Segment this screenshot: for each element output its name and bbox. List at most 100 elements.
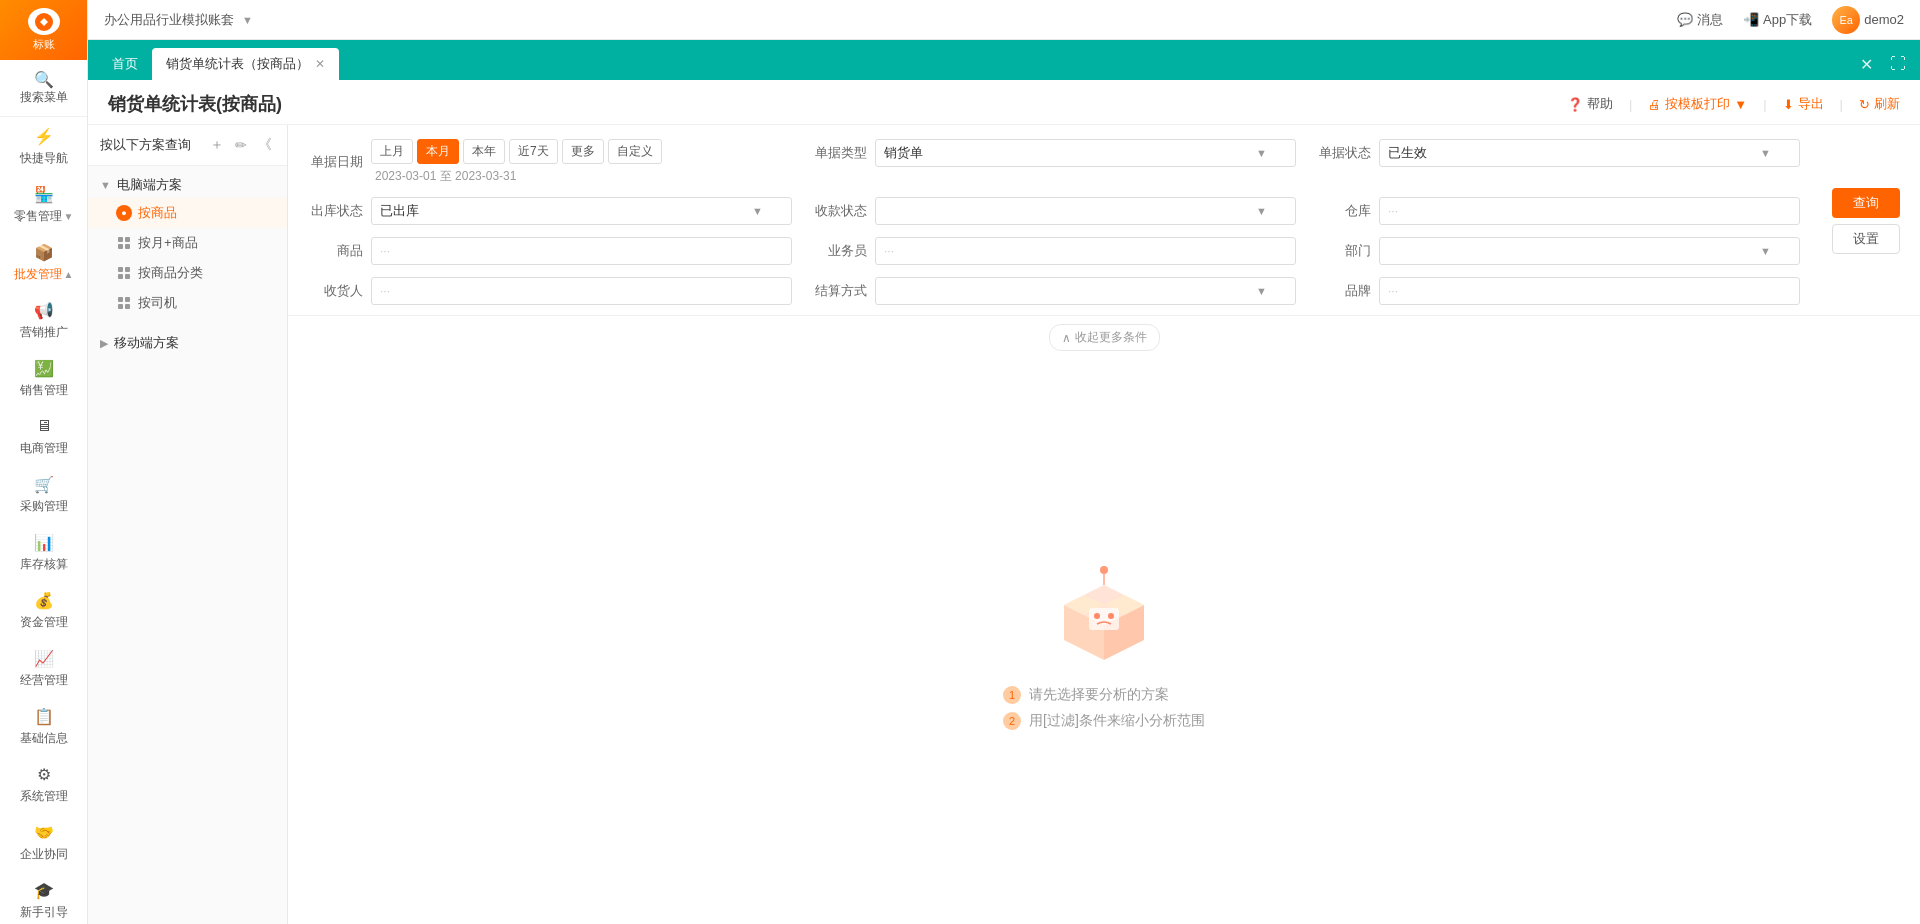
tab-close-all-button[interactable]: ✕: [1854, 52, 1878, 76]
sidebar-item-purchase[interactable]: 🛒 采购管理: [0, 465, 87, 523]
date-last7-btn[interactable]: 近7天: [509, 139, 558, 164]
sidebar-item-operation[interactable]: 📈 经营管理: [0, 639, 87, 697]
filter-field-doc-type: 单据类型 销货单 ▼: [812, 139, 1296, 167]
content-layout: 按以下方案查询 ＋ ✏ 《 ▼ 电脑端方案 ● 按商品: [88, 125, 1920, 924]
help-button[interactable]: ❓ 帮助: [1567, 95, 1613, 113]
product-input[interactable]: ···: [371, 237, 792, 265]
divider-3: |: [1840, 97, 1843, 112]
sidebar-item-guide[interactable]: 🎓 新手引导: [0, 871, 87, 924]
empty-hint-1-text: 请先选择要分析的方案: [1029, 686, 1169, 704]
salesperson-input[interactable]: ···: [875, 237, 1296, 265]
download-action[interactable]: 📲 App下载: [1743, 11, 1812, 29]
date-this-month-btn[interactable]: 本月: [417, 139, 459, 164]
scheme-item-by-cashier[interactable]: 按司机: [88, 288, 287, 318]
sidebar-item-basic[interactable]: 📋 基础信息: [0, 697, 87, 755]
user-action[interactable]: Ea demo2: [1832, 6, 1904, 34]
brand-input[interactable]: ···: [1379, 277, 1800, 305]
tab-fullscreen-button[interactable]: ⛶: [1886, 52, 1910, 76]
date-more-btn[interactable]: 更多: [562, 139, 604, 164]
filter-field-receipt-status: 收款状态 ▼: [812, 197, 1296, 225]
message-action[interactable]: 💬 消息: [1677, 11, 1723, 29]
empty-hint-2-num: 2: [1003, 712, 1021, 730]
doc-status-select[interactable]: 已生效 ▼: [1379, 139, 1800, 167]
receipt-status-control: ▼: [875, 197, 1296, 225]
refresh-button[interactable]: ↻ 刷新: [1859, 95, 1900, 113]
recipient-ellipsis: ···: [380, 284, 390, 298]
export-icon: ⬇: [1783, 97, 1794, 112]
doc-type-select[interactable]: 销货单 ▼: [875, 139, 1296, 167]
scheme-add-button[interactable]: ＋: [207, 135, 227, 155]
tab-active-label: 销货单统计表（按商品）: [166, 55, 309, 73]
sidebar-item-inventory[interactable]: 📊 库存核算: [0, 523, 87, 581]
recipient-control: ···: [371, 277, 792, 305]
filter-area-wrapper: 单据日期 上月 本月 本年 近7天 更多 自定义: [288, 125, 1920, 316]
export-button[interactable]: ⬇ 导出: [1783, 95, 1824, 113]
tab-bar: 首页 销货单统计表（按商品） ✕ ✕ ⛶: [88, 40, 1920, 80]
salesperson-control: ···: [875, 237, 1296, 265]
tab-active[interactable]: 销货单统计表（按商品） ✕: [152, 48, 339, 80]
scheme-item-by-category[interactable]: 按商品分类: [88, 258, 287, 288]
guide-label: 新手引导: [20, 904, 68, 921]
sidebar-item-sales[interactable]: 💹 销售管理: [0, 349, 87, 407]
retail-icon: 🏪: [33, 183, 55, 205]
scheme-group-mobile-title[interactable]: ▶ 移动端方案: [88, 330, 287, 356]
scheme-group-desktop-title[interactable]: ▼ 电脑端方案: [88, 172, 287, 198]
filter-field-recipient: 收货人 ···: [308, 277, 792, 305]
out-status-arrow: ▼: [752, 205, 763, 217]
out-status-control: 已出库 ▼: [371, 197, 792, 225]
sidebar-item-quick-nav[interactable]: ⚡ 快捷导航: [0, 117, 87, 175]
scheme-item-by-product-icon: ●: [116, 205, 132, 221]
empty-icon: [1044, 550, 1164, 670]
doc-type-value: 销货单: [884, 144, 923, 162]
search-menu[interactable]: 🔍 搜索菜单: [0, 60, 87, 117]
warehouse-label: 仓库: [1316, 202, 1371, 220]
doc-type-label: 单据类型: [812, 144, 867, 162]
out-status-select[interactable]: 已出库 ▼: [371, 197, 792, 225]
scheme-edit-button[interactable]: ✏: [231, 135, 251, 155]
sidebar-item-finance[interactable]: 💰 资金管理: [0, 581, 87, 639]
print-button[interactable]: 🖨 按模板打印 ▼: [1648, 95, 1747, 113]
message-icon: 💬: [1677, 12, 1693, 27]
collapse-filter-button[interactable]: ∧ 收起更多条件: [1049, 324, 1160, 351]
date-last-month-btn[interactable]: 上月: [371, 139, 413, 164]
scheme-collapse-button[interactable]: 《: [255, 135, 275, 155]
receipt-status-select[interactable]: ▼: [875, 197, 1296, 225]
department-select[interactable]: ▼: [1379, 237, 1800, 265]
inventory-icon: 📊: [33, 531, 55, 553]
empty-hint-1-num: 1: [1003, 686, 1021, 704]
scheme-item-by-month-product[interactable]: 按月+商品: [88, 228, 287, 258]
industry-dropdown-arrow[interactable]: ▼: [242, 14, 253, 26]
enterprise-icon: 🤝: [33, 821, 55, 843]
scheme-item-by-product[interactable]: ● 按商品: [88, 198, 287, 228]
sidebar-item-system[interactable]: ⚙ 系统管理: [0, 755, 87, 813]
scheme-header-actions: ＋ ✏ 《: [207, 135, 275, 155]
query-buttons: 查询 设置: [1832, 188, 1900, 254]
warehouse-input[interactable]: ···: [1379, 197, 1800, 225]
help-label: 帮助: [1587, 95, 1613, 113]
empty-hint-1: 1 请先选择要分析的方案: [1003, 686, 1205, 704]
warehouse-control: ···: [1379, 197, 1800, 225]
tab-home[interactable]: 首页: [98, 48, 152, 80]
settings-button[interactable]: 设置: [1832, 224, 1900, 254]
purchase-icon: 🛒: [33, 473, 55, 495]
settlement-select[interactable]: ▼: [875, 277, 1296, 305]
tab-close-button[interactable]: ✕: [315, 57, 325, 71]
print-icon: 🖨: [1648, 97, 1661, 112]
date-custom-btn[interactable]: 自定义: [608, 139, 662, 164]
date-label: 单据日期: [308, 153, 363, 171]
sidebar-item-wholesale[interactable]: 📦 批发管理 ▲: [0, 233, 87, 291]
svg-point-8: [1108, 613, 1114, 619]
sidebar-item-marketing[interactable]: 📢 营销推广: [0, 291, 87, 349]
date-this-year-btn[interactable]: 本年: [463, 139, 505, 164]
sidebar-item-enterprise[interactable]: 🤝 企业协同: [0, 813, 87, 871]
salesperson-label: 业务员: [812, 242, 867, 260]
sidebar-item-retail[interactable]: 🏪 零售管理 ▼: [0, 175, 87, 233]
query-button[interactable]: 查询: [1832, 188, 1900, 218]
basic-icon: 📋: [33, 705, 55, 727]
date-range-text: 2023-03-01 至 2023-03-31: [375, 168, 516, 185]
sidebar-item-ecommerce[interactable]: 🖥 电商管理: [0, 407, 87, 465]
search-menu-label: 搜索菜单: [0, 89, 87, 106]
filter-field-warehouse: 仓库 ···: [1316, 197, 1800, 225]
recipient-input[interactable]: ···: [371, 277, 792, 305]
header-left: 办公用品行业模拟账套 ▼: [104, 11, 253, 29]
